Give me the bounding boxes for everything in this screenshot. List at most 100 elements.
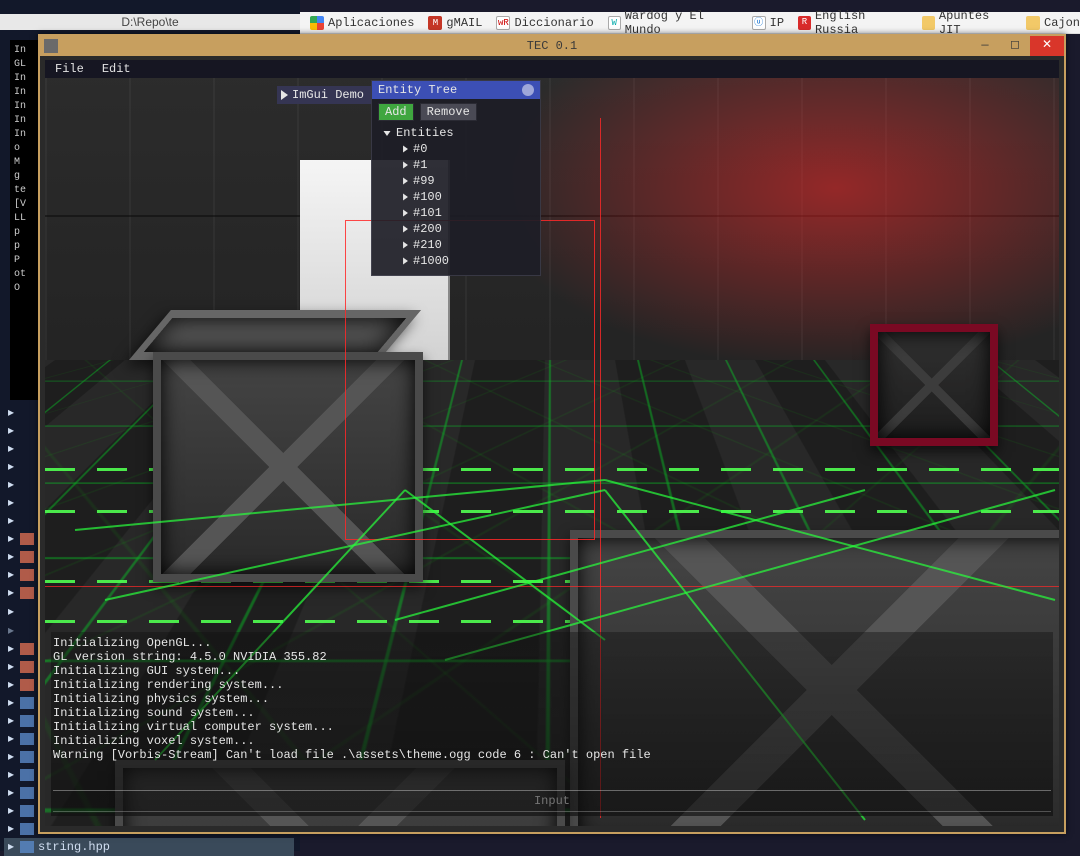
console-line: Initializing physics system... — [53, 692, 1051, 706]
filter-icon — [20, 661, 34, 673]
entity-id-label: #200 — [413, 221, 442, 237]
entities-root-node[interactable]: Entities — [378, 125, 534, 141]
bookmark-cajon[interactable]: Cajon — [1026, 16, 1080, 30]
hpp-file-icon — [20, 751, 34, 763]
expand-arrow-icon — [403, 162, 408, 169]
folder-icon — [20, 443, 34, 455]
tec-application-window[interactable]: TEC 0.1 — ◻ ✕ — [38, 34, 1066, 834]
entity-id-label: #100 — [413, 189, 442, 205]
entity-tree-titlebar[interactable]: Entity Tree — [372, 81, 540, 99]
tree-expand-icon: ▸ — [8, 494, 20, 512]
entity-id-label: #1000 — [413, 253, 449, 269]
hpp-file-icon — [20, 769, 34, 781]
maximize-button[interactable]: ◻ — [1000, 36, 1030, 56]
expand-arrow-icon — [403, 146, 408, 153]
wR-icon: wR — [496, 16, 510, 30]
expand-arrow-icon — [403, 178, 408, 185]
hpp-file-icon — [20, 805, 34, 817]
bookmark-label: English Russia — [815, 9, 908, 37]
filter-icon — [20, 551, 34, 563]
tree-expand-icon: ▸ — [8, 622, 20, 640]
remove-entity-button[interactable]: Remove — [420, 103, 477, 121]
entity-tree-title: Entity Tree — [378, 83, 457, 97]
entity-node[interactable]: #200 — [378, 221, 534, 237]
tree-expand-icon: ▸ — [8, 584, 20, 602]
bookmark-diccionario[interactable]: wR Diccionario — [496, 16, 593, 30]
tree-expand-icon: ▸ — [8, 566, 20, 584]
entity-node[interactable]: #0 — [378, 141, 534, 157]
tree-expand-icon: ▸ — [8, 440, 20, 458]
tec-window-title: TEC 0.1 — [527, 39, 577, 53]
bookmark-aplicaciones[interactable]: Aplicaciones — [310, 16, 414, 30]
bookmark-ip[interactable]: ⓤIP — [752, 16, 784, 30]
bookmark-label: Wardog y El Mundo — [625, 9, 738, 37]
entity-tree-panel[interactable]: Entity Tree Add Remove Entities #0#1#99#… — [371, 80, 541, 276]
console-line: Initializing rendering system... — [53, 678, 1051, 692]
bookmark-label: gMAIL — [446, 16, 482, 30]
expand-arrow-icon — [403, 242, 408, 249]
tec-titlebar[interactable]: TEC 0.1 — ◻ ✕ — [40, 36, 1064, 56]
filter-icon — [20, 569, 34, 581]
scene-crate-red — [870, 324, 998, 446]
apps-icon — [310, 16, 324, 30]
bookmark-label: Apuntes JIT — [939, 9, 1012, 37]
console-input[interactable] — [53, 794, 1051, 808]
entity-node[interactable]: #100 — [378, 189, 534, 205]
bookmark-label: Diccionario — [514, 16, 593, 30]
entity-node[interactable]: #1000 — [378, 253, 534, 269]
minimize-button[interactable]: — — [970, 36, 1000, 56]
add-entity-button[interactable]: Add — [378, 103, 414, 121]
menu-edit[interactable]: Edit — [102, 62, 131, 76]
browser-bookmark-bar[interactable]: Aplicaciones MgMAIL wR Diccionario WWardog y… — [300, 12, 1080, 34]
tree-expand-icon: ▸ — [8, 748, 20, 766]
hpp-file-icon — [20, 787, 34, 799]
bookmark-apuntes-jit[interactable]: Apuntes JIT — [922, 9, 1012, 37]
expand-arrow-icon — [403, 210, 408, 217]
filter-icon — [20, 679, 34, 691]
console-input-bar[interactable] — [53, 790, 1051, 812]
bookmark-english-russia[interactable]: REnglish Russia — [798, 9, 908, 37]
folder-icon — [20, 461, 34, 473]
console-line: GL version string: 4.5.0 NVIDIA 355.82 — [53, 650, 1051, 664]
tec-menubar[interactable]: File Edit — [45, 60, 1059, 78]
tec-app-icon — [44, 39, 58, 53]
hpp-file-icon — [20, 841, 34, 853]
tree-expand-icon: ▸ — [8, 820, 20, 838]
entity-node[interactable]: #210 — [378, 237, 534, 253]
console-line: Initializing OpenGL... — [53, 636, 1051, 650]
tree-expand-icon: ▸ — [8, 404, 20, 422]
panel-collapse-icon[interactable] — [522, 84, 534, 96]
tree-expand-icon: ▸ — [8, 512, 20, 530]
entity-node[interactable]: #1 — [378, 157, 534, 173]
tree-expand-icon: ▸ — [8, 730, 20, 748]
folder-icon — [1026, 16, 1040, 30]
console-line: Initializing GUI system... — [53, 664, 1051, 678]
menu-file[interactable]: File — [55, 62, 84, 76]
filter-icon — [20, 643, 34, 655]
hpp-file-icon — [20, 715, 34, 727]
file-tree-item[interactable]: ▸string.hpp — [4, 838, 294, 856]
tree-expand-icon: ▸ — [8, 712, 20, 730]
hpp-file-icon — [20, 697, 34, 709]
tree-expand-icon: ▸ — [8, 422, 20, 440]
gmail-icon: M — [428, 16, 442, 30]
tree-expand-icon: ▸ — [8, 603, 20, 621]
entities-root-label: Entities — [396, 125, 454, 141]
expand-arrow-icon — [384, 131, 391, 136]
folder-icon — [20, 625, 34, 637]
tree-expand-icon: ▸ — [8, 640, 20, 658]
console-line: Initializing virtual computer system... — [53, 720, 1051, 734]
bookmark-gmail[interactable]: MgMAIL — [428, 16, 482, 30]
entity-id-label: #101 — [413, 205, 442, 221]
imgui-demo-collapsed-header[interactable]: ImGui Demo — [277, 86, 372, 104]
tree-expand-icon: ▸ — [8, 476, 20, 494]
tec-console-log: Initializing OpenGL...GL version string:… — [51, 632, 1053, 816]
entity-node[interactable]: #101 — [378, 205, 534, 221]
entity-node[interactable]: #99 — [378, 173, 534, 189]
tree-expand-icon: ▸ — [8, 766, 20, 784]
bookmark-wardog-y-el-mundo[interactable]: WWardog y El Mundo — [608, 9, 738, 37]
hpp-file-icon — [20, 823, 34, 835]
close-button[interactable]: ✕ — [1030, 36, 1064, 56]
tec-client-area: File Edit ImGui Demo Entity Tree Add Rem… — [45, 60, 1059, 826]
filter-icon — [20, 587, 34, 599]
